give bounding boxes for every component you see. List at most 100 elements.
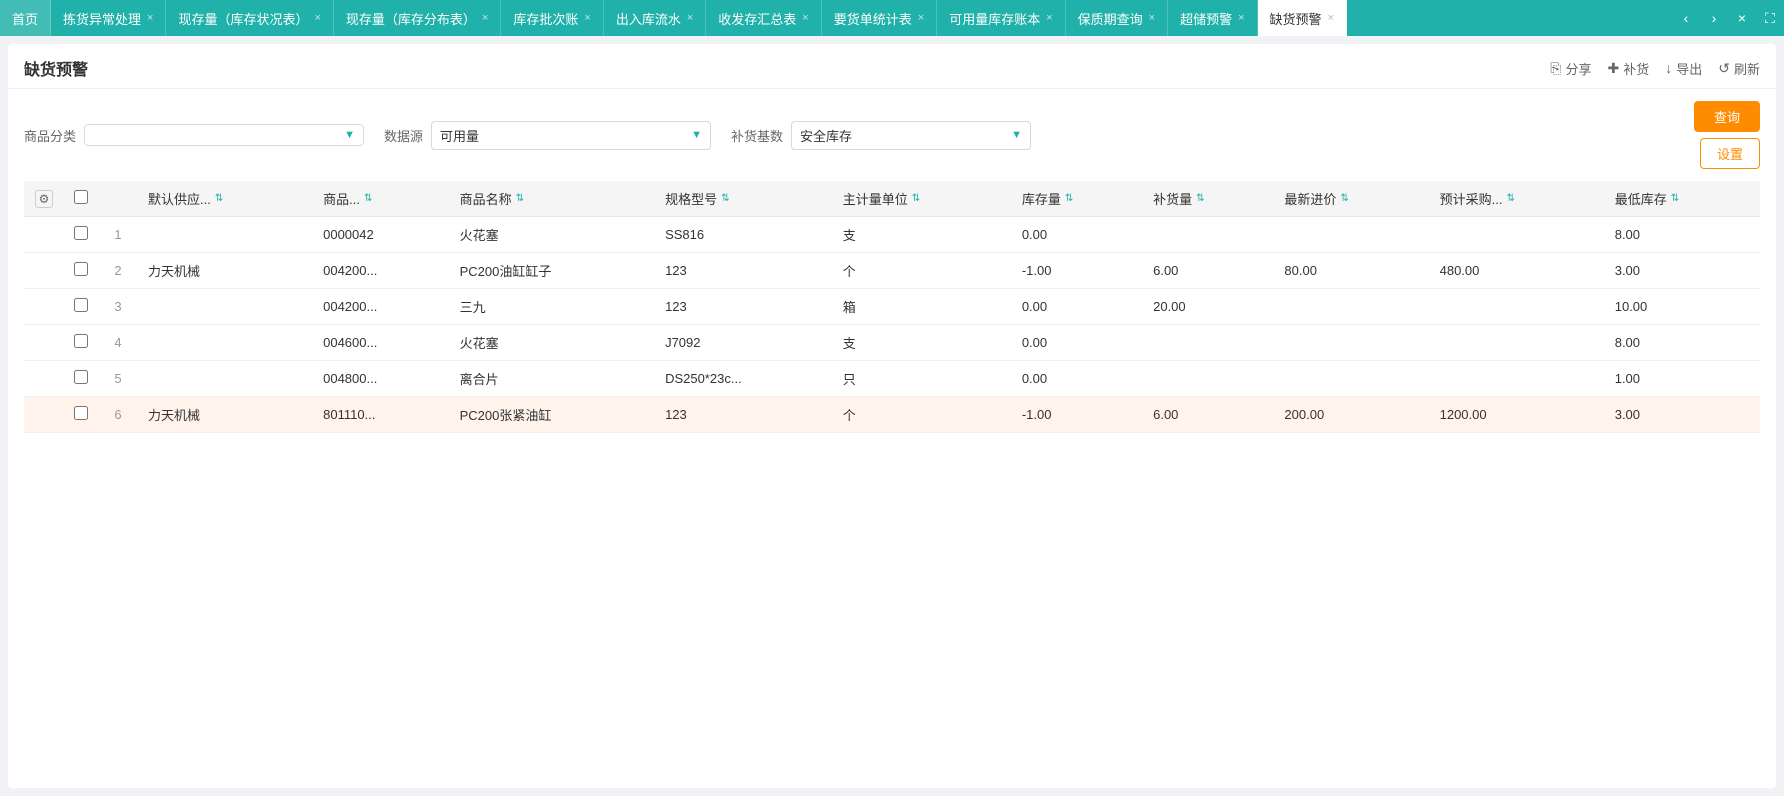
sort-code-icon[interactable]: ⇅ bbox=[364, 193, 372, 204]
tab-close-collect-summary[interactable]: × bbox=[802, 12, 808, 24]
sort-replenish-icon[interactable]: ⇅ bbox=[1196, 193, 1204, 204]
settings-button[interactable]: 设置 bbox=[1700, 138, 1760, 169]
refresh-btn[interactable]: ↺ 刷新 bbox=[1718, 59, 1760, 78]
tab-label-abnormal: 拣货异常处理 bbox=[63, 9, 141, 28]
page-header: 缺货预警 ⎘ 分享 ✚ 补货 ↓ 导出 ↺ 刷新 bbox=[8, 44, 1776, 89]
table-settings-icon[interactable]: ⚙ bbox=[35, 190, 53, 208]
th-spec-label: 规格型号 bbox=[665, 189, 717, 208]
replenish-base-value: 安全库存 bbox=[800, 126, 852, 145]
share-label: 分享 bbox=[1565, 59, 1591, 78]
sort-unit-icon[interactable]: ⇅ bbox=[912, 193, 920, 204]
cell-est-purchase bbox=[1430, 361, 1605, 397]
tab-fullscreen-btn[interactable]: ⛶ bbox=[1756, 10, 1784, 27]
table-row: 3004200...三九123箱0.0020.0010.00 bbox=[24, 289, 1760, 325]
sort-stock-icon[interactable]: ⇅ bbox=[1065, 193, 1073, 204]
tab-label-shortage: 缺货预警 bbox=[1270, 9, 1322, 28]
replenish-base-label: 补货基数 bbox=[731, 126, 783, 145]
cell-stock-qty: -1.00 bbox=[1012, 253, 1143, 289]
sort-supplier-icon[interactable]: ⇅ bbox=[215, 193, 223, 204]
tab-close-abnormal[interactable]: × bbox=[147, 12, 153, 24]
cell-product-name: 火花塞 bbox=[450, 325, 655, 361]
filter-actions: 查询 设置 bbox=[1694, 101, 1760, 169]
row-checkbox[interactable] bbox=[74, 226, 88, 240]
tab-overstock[interactable]: 超储预警× bbox=[1168, 0, 1257, 36]
cell-est-purchase: 480.00 bbox=[1430, 253, 1605, 289]
cell-min-stock: 1.00 bbox=[1605, 361, 1760, 397]
sort-name-icon[interactable]: ⇅ bbox=[516, 193, 524, 204]
table-row: 4004600...火花塞J7092支0.008.00 bbox=[24, 325, 1760, 361]
cell-stock-qty: 0.00 bbox=[1012, 217, 1143, 253]
category-label: 商品分类 bbox=[24, 126, 76, 145]
select-all-checkbox[interactable] bbox=[74, 190, 88, 204]
tab-expiry[interactable]: 保质期查询× bbox=[1066, 0, 1168, 36]
cell-spec: J7092 bbox=[655, 325, 833, 361]
th-latest-price-label: 最新进价 bbox=[1284, 189, 1336, 208]
tab-inventory-status[interactable]: 现存量（库存状况表）× bbox=[166, 0, 333, 36]
tab-label-order-stat: 要货单统计表 bbox=[834, 9, 912, 28]
tab-home[interactable]: 首页 bbox=[0, 0, 51, 36]
row-checkbox[interactable] bbox=[74, 262, 88, 276]
datasource-label: 数据源 bbox=[384, 126, 423, 145]
tab-close-inventory-dist[interactable]: × bbox=[482, 12, 488, 24]
sort-min-icon[interactable]: ⇅ bbox=[1671, 193, 1679, 204]
datasource-dropdown-icon: ▼ bbox=[691, 129, 702, 141]
th-index bbox=[98, 181, 138, 217]
data-table: ⚙ 默认供应... ⇅ bbox=[24, 181, 1760, 433]
row-checkbox[interactable] bbox=[74, 406, 88, 420]
row-checkbox[interactable] bbox=[74, 334, 88, 348]
tab-next-btn[interactable]: › bbox=[1700, 10, 1728, 26]
cell-replenish-qty: 20.00 bbox=[1143, 289, 1274, 325]
datasource-select[interactable]: 可用量 ▼ bbox=[431, 121, 711, 150]
tab-close-inventory-status[interactable]: × bbox=[314, 12, 320, 24]
tab-inventory-dist[interactable]: 现存量（库存分布表）× bbox=[334, 0, 501, 36]
row-index: 6 bbox=[98, 397, 138, 433]
cell-product-code: 004600... bbox=[313, 325, 449, 361]
tab-close-expiry[interactable]: × bbox=[1149, 12, 1155, 24]
tab-collect-summary[interactable]: 收发存汇总表× bbox=[706, 0, 821, 36]
tab-batch[interactable]: 库存批次账 × bbox=[501, 0, 603, 36]
tab-shortage[interactable]: 缺货预警 × bbox=[1258, 0, 1347, 36]
row-checkbox[interactable] bbox=[74, 370, 88, 384]
tab-order-stat[interactable]: 要货单统计表 × bbox=[822, 0, 937, 36]
tab-close-btn[interactable]: × bbox=[1728, 10, 1756, 26]
cell-replenish-qty bbox=[1143, 325, 1274, 361]
replenish-base-select[interactable]: 安全库存 ▼ bbox=[791, 121, 1031, 150]
tab-close-order-stat[interactable]: × bbox=[918, 12, 924, 24]
sort-est-icon[interactable]: ⇅ bbox=[1506, 193, 1514, 204]
th-replenish-qty-label: 补货量 bbox=[1153, 189, 1192, 208]
table-container: ⚙ 默认供应... ⇅ bbox=[8, 181, 1776, 449]
share-btn[interactable]: ⎘ 分享 bbox=[1550, 59, 1591, 78]
row-checkbox-cell bbox=[64, 289, 98, 325]
row-index: 4 bbox=[98, 325, 138, 361]
cell-min-stock: 10.00 bbox=[1605, 289, 1760, 325]
replenish-btn[interactable]: ✚ 补货 bbox=[1607, 59, 1649, 78]
filter-bar: 商品分类 ▼ 数据源 可用量 ▼ 补货基数 安全库存 ▼ bbox=[8, 89, 1776, 181]
row-checkbox[interactable] bbox=[74, 298, 88, 312]
tab-close-available[interactable]: × bbox=[1046, 12, 1052, 24]
table-row: 2力天机械004200...PC200油缸缸子123个-1.006.0080.0… bbox=[24, 253, 1760, 289]
th-product-code: 商品... ⇅ bbox=[313, 181, 449, 217]
cell-unit: 只 bbox=[833, 361, 1012, 397]
cell-product-code: 004200... bbox=[313, 289, 449, 325]
tab-close-inout-flow[interactable]: × bbox=[687, 12, 693, 24]
sort-price-icon[interactable]: ⇅ bbox=[1340, 193, 1348, 204]
header-row: ⚙ 默认供应... ⇅ bbox=[24, 181, 1760, 217]
tab-close-shortage[interactable]: × bbox=[1328, 12, 1334, 24]
tab-available[interactable]: 可用量库存账本× bbox=[937, 0, 1065, 36]
category-dropdown-icon: ▼ bbox=[344, 129, 355, 141]
cell-product-name: 火花塞 bbox=[450, 217, 655, 253]
tab-abnormal[interactable]: 拣货异常处理 × bbox=[51, 0, 166, 36]
tab-prev-btn[interactable]: ‹ bbox=[1672, 10, 1700, 26]
query-button[interactable]: 查询 bbox=[1694, 101, 1760, 132]
export-btn[interactable]: ↓ 导出 bbox=[1665, 59, 1702, 78]
cell-est-purchase bbox=[1430, 289, 1605, 325]
tab-label-batch: 库存批次账 bbox=[513, 9, 578, 28]
cell-product-code: 004800... bbox=[313, 361, 449, 397]
cell-product-name: PC200油缸缸子 bbox=[450, 253, 655, 289]
category-select[interactable]: ▼ bbox=[84, 124, 364, 146]
sort-spec-icon[interactable]: ⇅ bbox=[721, 193, 729, 204]
tab-close-overstock[interactable]: × bbox=[1238, 12, 1244, 24]
tab-inout-flow[interactable]: 出入库流水× bbox=[604, 0, 706, 36]
tab-close-batch[interactable]: × bbox=[584, 12, 590, 24]
cell-spec: DS250*23c... bbox=[655, 361, 833, 397]
